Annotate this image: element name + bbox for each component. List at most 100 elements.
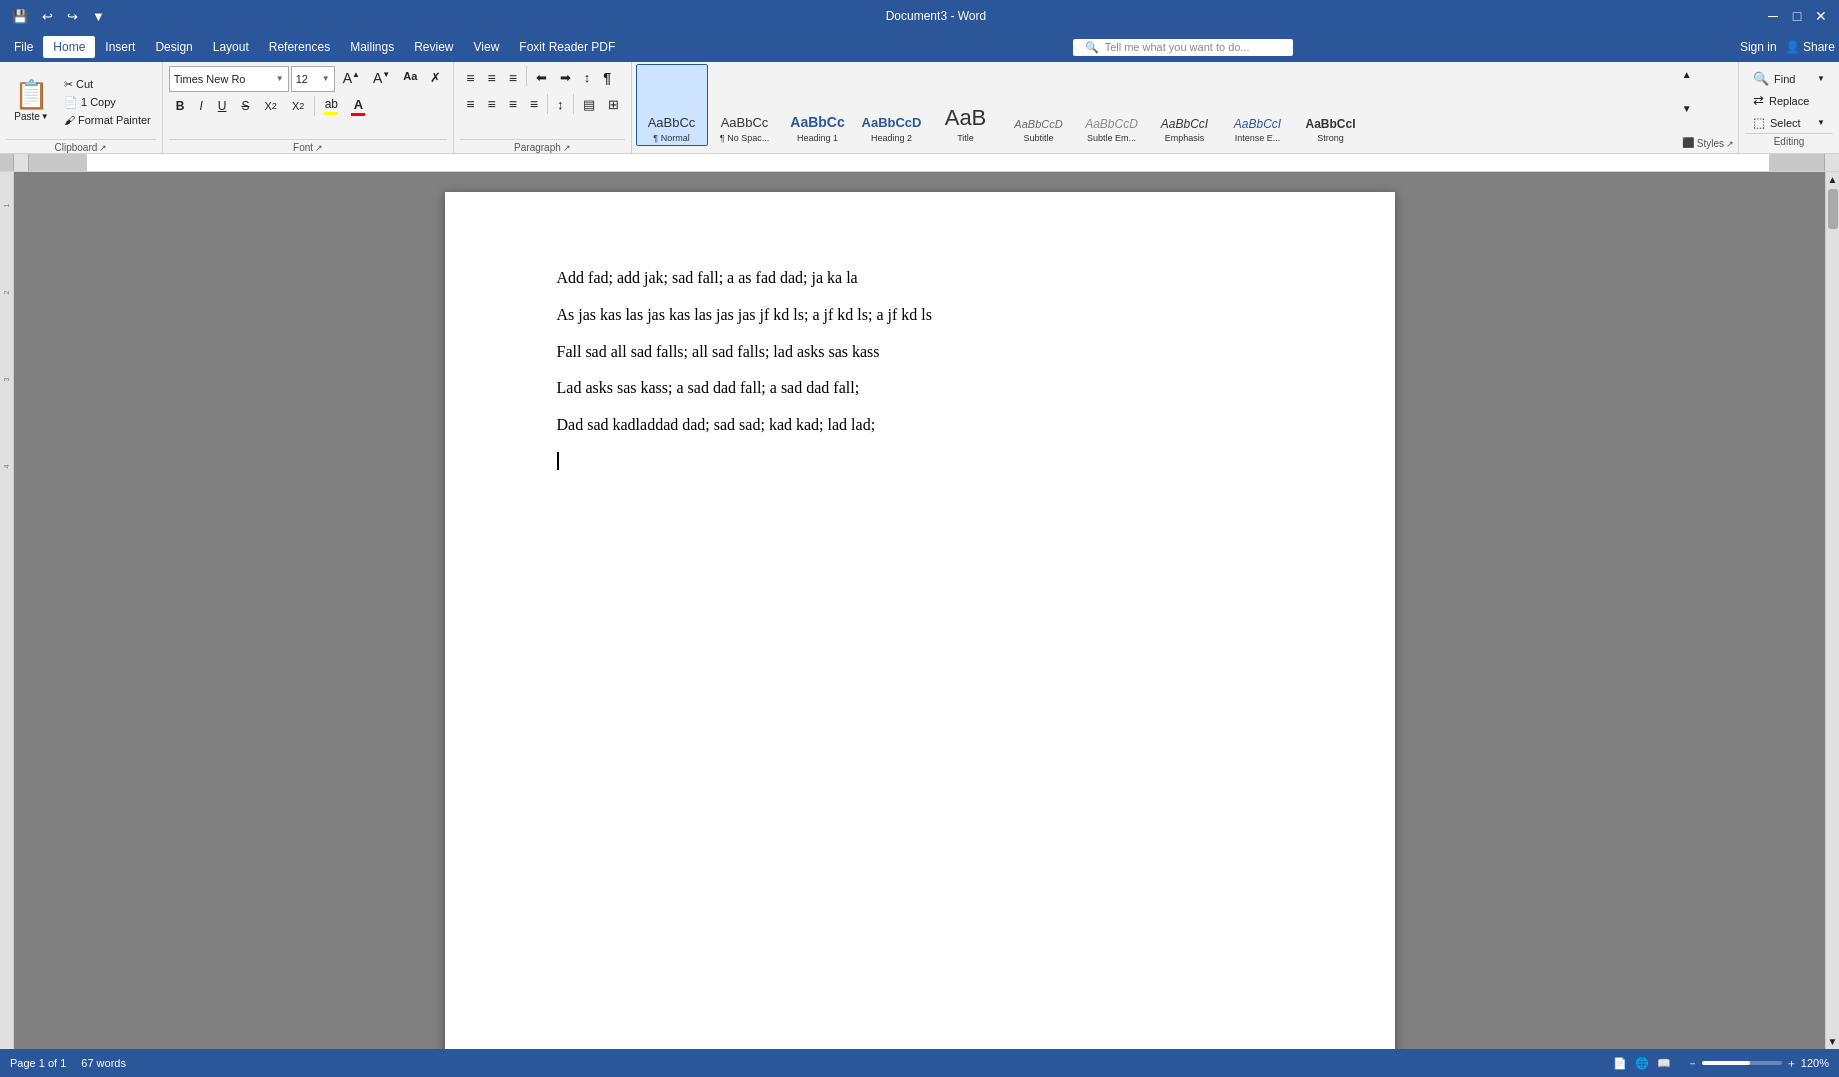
replace-icon: ⇄ [1753,93,1764,108]
styles-scroll-up-button[interactable]: ▲ [1681,68,1695,81]
maximize-button[interactable]: □ [1787,6,1807,26]
save-icon[interactable]: 💾 [8,7,32,26]
menu-layout[interactable]: Layout [203,36,259,58]
sort-button[interactable]: ↕ [578,66,597,90]
ruler [0,154,1839,172]
undo-icon[interactable]: ↩ [38,7,57,26]
style-heading2[interactable]: AaBbCcD Heading 2 [855,64,929,146]
style-strong[interactable]: AaBbCcI Strong [1295,64,1367,146]
document-scroll-area[interactable]: Add fad; add jak; sad fall; a as fad dad… [14,172,1825,1049]
zoom-in-button[interactable]: ＋ [1786,1056,1797,1071]
style-intense-em[interactable]: AaBbCcI Intense E... [1222,64,1294,146]
shading-button[interactable]: ▤ [577,93,601,116]
show-formatting-button[interactable]: ¶ [597,66,617,90]
grow-font-button[interactable]: A▲ [337,66,366,92]
zoom-slider[interactable] [1702,1061,1782,1065]
redo-icon[interactable]: ↪ [63,7,82,26]
window-title: Document3 - Word [109,9,1763,23]
zoom-level: 120% [1801,1057,1829,1069]
style-normal[interactable]: AaBbCc ¶ Normal [636,64,708,146]
select-button[interactable]: ⬚ Select ▼ [1745,112,1833,133]
numbering-button[interactable]: ≡ [482,66,502,90]
scroll-thumb[interactable] [1828,189,1838,229]
copy-button[interactable]: 📄 1 Copy [59,94,156,111]
style-emphasis[interactable]: AaBbCcI Emphasis [1149,64,1221,146]
word-count: 67 words [81,1057,126,1069]
clipboard-expand-icon[interactable]: ↗ [99,143,107,153]
font-color-button[interactable]: A [345,94,371,119]
menu-home[interactable]: Home [43,36,95,58]
font-family-select[interactable]: Times New Ro ▼ [169,66,289,92]
menu-insert[interactable]: Insert [95,36,145,58]
decrease-indent-button[interactable]: ⬅ [530,66,553,90]
style-no-spacing[interactable]: AaBbCc ¶ No Spac... [709,64,781,146]
justify-button[interactable]: ≡ [524,92,544,116]
scroll-down-button[interactable]: ▼ [1826,1034,1839,1049]
menu-file[interactable]: File [4,36,43,58]
zoom-out-button[interactable]: － [1687,1056,1698,1071]
subscript-button[interactable]: X2 [257,97,283,115]
styles-scroll-down-button[interactable]: ▼ [1681,102,1695,115]
multilevel-list-button[interactable]: ≡ [503,66,523,90]
bold-button[interactable]: B [169,96,192,116]
replace-button[interactable]: ⇄ Replace [1745,90,1833,111]
document-content[interactable]: Add fad; add jak; sad fall; a as fad dad… [557,264,1299,477]
view-print-icon[interactable]: 📄 [1613,1057,1627,1070]
right-scrollbar[interactable]: ▲ ▼ [1825,172,1839,1049]
shrink-font-button[interactable]: A▼ [367,66,396,92]
underline-button[interactable]: U [211,96,234,116]
title-bar: 💾 ↩ ↪ ▼ Document3 - Word ─ □ ✕ [0,0,1839,32]
styles-list: AaBbCc ¶ Normal AaBbCc ¶ No Spac... AaBb… [636,64,1679,153]
strikethrough-button[interactable]: S [234,96,256,116]
style-subtitle[interactable]: AaBbCcD Subtitle [1003,64,1075,146]
find-button[interactable]: 🔍 Find ▼ [1745,68,1833,89]
change-case-button[interactable]: Aa [397,66,423,92]
increase-indent-button[interactable]: ➡ [554,66,577,90]
scroll-up-button[interactable]: ▲ [1826,172,1839,187]
font-size-select[interactable]: 12 ▼ [291,66,335,92]
menu-references[interactable]: References [259,36,340,58]
align-right-button[interactable]: ≡ [503,92,523,116]
italic-button[interactable]: I [192,96,209,116]
styles-expand-icon[interactable]: ↗ [1726,139,1734,149]
menu-view[interactable]: View [464,36,510,58]
format-painter-button[interactable]: 🖌 Format Painter [59,112,156,128]
paragraph-expand-icon[interactable]: ↗ [563,143,571,153]
highlight-color-button[interactable]: ab [318,94,344,118]
view-web-icon[interactable]: 🌐 [1635,1057,1649,1070]
styles-more-button[interactable]: ⬛ [1681,136,1695,149]
paragraph-2: As jas kas las jas kas las jas jas jf kd… [557,301,1299,330]
view-read-icon[interactable]: 📖 [1657,1057,1671,1070]
ribbon: 📋 Paste ▼ ✂ Cut 📄 1 Copy 🖌 Format [0,62,1839,154]
bullets-button[interactable]: ≡ [460,66,480,90]
tell-me-input[interactable]: Tell me what you want to do... [1105,41,1250,53]
main-area: 1 2 3 4 Add fad; add jak; sad fall; a as… [0,172,1839,1049]
line-spacing-button[interactable]: ↕ [551,93,570,116]
status-left: Page 1 of 1 67 words [10,1057,126,1069]
window-controls: ─ □ ✕ [1763,6,1831,26]
menu-design[interactable]: Design [145,36,202,58]
borders-button[interactable]: ⊞ [602,93,625,116]
menu-review[interactable]: Review [404,36,463,58]
styles-nav: ▲ ▼ ⬛ [1679,64,1697,153]
minimize-button[interactable]: ─ [1763,6,1783,26]
font-expand-icon[interactable]: ↗ [315,143,323,153]
left-gutter: 1 2 3 4 [0,172,14,1049]
sign-in-button[interactable]: Sign in [1740,40,1777,54]
paragraph-6 [557,448,1299,477]
cut-button[interactable]: ✂ Cut [59,76,156,93]
align-center-button[interactable]: ≡ [482,92,502,116]
superscript-button[interactable]: X2 [285,97,311,115]
style-heading1[interactable]: AaBbCc Heading 1 [782,64,854,146]
paste-button[interactable]: 📋 Paste ▼ [6,66,57,137]
share-button[interactable]: 👤 Share [1785,40,1835,54]
clear-formatting-button[interactable]: ✗ [424,66,447,92]
style-title[interactable]: AaB Title [930,64,1002,146]
menu-foxit[interactable]: Foxit Reader PDF [509,36,625,58]
customize-qa-icon[interactable]: ▼ [88,7,109,26]
document-page: Add fad; add jak; sad fall; a as fad dad… [445,192,1395,1049]
menu-mailings[interactable]: Mailings [340,36,404,58]
align-left-button[interactable]: ≡ [460,92,480,116]
style-subtle-em[interactable]: AaBbCcD Subtle Em... [1076,64,1148,146]
close-button[interactable]: ✕ [1811,6,1831,26]
